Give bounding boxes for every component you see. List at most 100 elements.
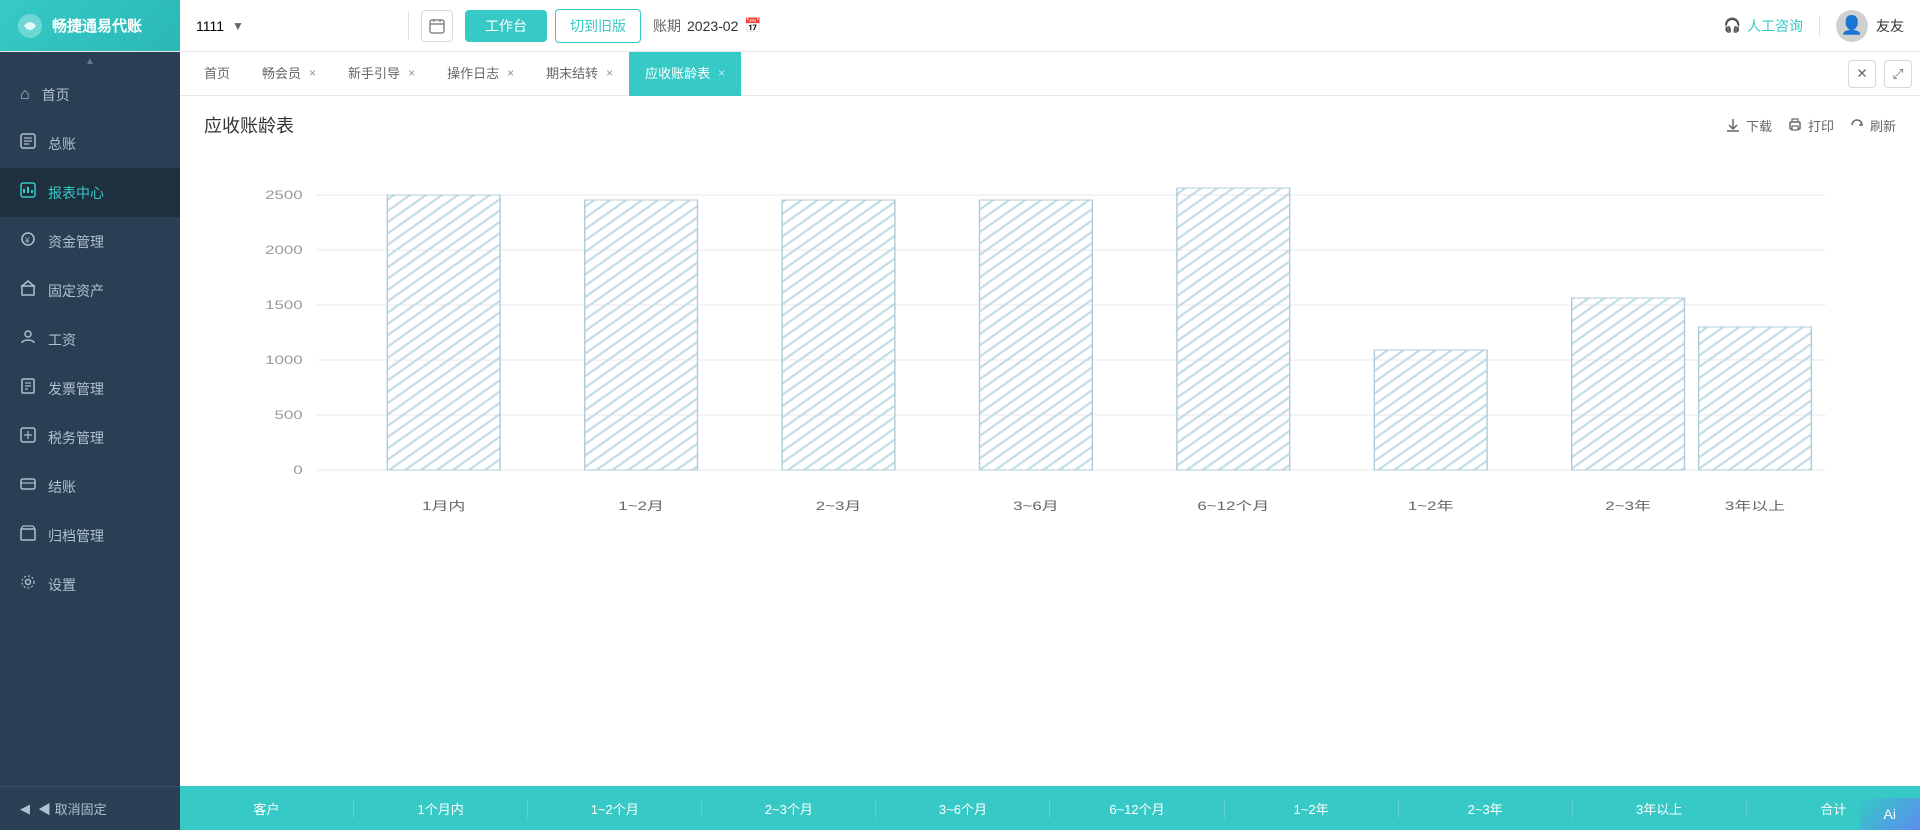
company-name: 1111 bbox=[196, 18, 224, 34]
maximize-button[interactable]: ⤢ bbox=[1884, 60, 1912, 88]
svg-text:2~3月: 2~3月 bbox=[816, 500, 862, 513]
print-button[interactable]: 打印 bbox=[1788, 116, 1834, 135]
page-title: 应收账龄表 bbox=[204, 112, 294, 138]
download-button[interactable]: 下载 bbox=[1726, 116, 1772, 135]
archive-icon bbox=[20, 525, 36, 546]
ai-float-button[interactable]: Ai bbox=[1860, 798, 1920, 830]
period-value: 2023-02 bbox=[687, 18, 738, 34]
tab-guide-label: 新手引导 bbox=[348, 63, 400, 82]
tab-operation-log-close[interactable]: × bbox=[507, 66, 514, 80]
bar-chart: 0 500 1000 1500 2000 2500 bbox=[204, 170, 1896, 550]
chart-container: 0 500 1000 1500 2000 2500 bbox=[180, 150, 1920, 786]
refresh-button[interactable]: 刷新 bbox=[1850, 116, 1896, 135]
sidebar-label-tax-management: 税务管理 bbox=[48, 428, 104, 448]
chart-wrapper: 0 500 1000 1500 2000 2500 bbox=[204, 170, 1896, 550]
home-icon: ⌂ bbox=[20, 86, 30, 104]
ledger-icon bbox=[20, 133, 36, 154]
table-col-1-2y: 1~2年 bbox=[1225, 799, 1399, 818]
tab-vip[interactable]: 畅会员 × bbox=[246, 52, 332, 96]
divider-1 bbox=[408, 12, 409, 40]
assets-icon bbox=[20, 280, 36, 301]
sidebar-label-fixed-assets: 固定资产 bbox=[48, 281, 104, 301]
pin-icon: ◀ bbox=[20, 801, 30, 817]
svg-text:1~2月: 1~2月 bbox=[618, 500, 664, 513]
sidebar-item-fund-management[interactable]: ¥ 资金管理 bbox=[0, 217, 180, 266]
sidebar-footer-label: ◀ 取消固定 bbox=[38, 799, 107, 818]
refresh-label: 刷新 bbox=[1870, 116, 1896, 135]
table-col-1-2m: 1~2个月 bbox=[528, 799, 702, 818]
fund-icon: ¥ bbox=[20, 231, 36, 252]
consulting-label: 人工咨询 bbox=[1747, 16, 1803, 36]
table-col-6-12m: 6~12个月 bbox=[1050, 799, 1224, 818]
svg-text:500: 500 bbox=[274, 409, 302, 422]
sidebar-item-checkout[interactable]: 结账 bbox=[0, 462, 180, 511]
sidebar-toggle-footer[interactable]: ◀ ◀ 取消固定 bbox=[0, 786, 180, 830]
close-all-button[interactable]: ✕ bbox=[1848, 60, 1876, 88]
print-label: 打印 bbox=[1808, 116, 1834, 135]
sidebar-item-invoice-management[interactable]: 发票管理 bbox=[0, 364, 180, 413]
avatar: 👤 bbox=[1836, 10, 1868, 42]
sidebar-label-invoice-management: 发票管理 bbox=[48, 379, 104, 399]
tab-guide[interactable]: 新手引导 × bbox=[332, 52, 431, 96]
tab-vip-label: 畅会员 bbox=[262, 63, 301, 82]
table-col-customer: 客户 bbox=[180, 799, 354, 818]
workspace-button[interactable]: 工作台 bbox=[465, 10, 547, 42]
page-actions: 下载 打印 刷新 bbox=[1726, 116, 1896, 135]
tab-operation-log[interactable]: 操作日志 × bbox=[431, 52, 530, 96]
invoice-icon bbox=[20, 378, 36, 399]
tab-period-end-close[interactable]: × bbox=[606, 66, 613, 80]
top-header: 畅捷通易代账 1111 ▼ 工作台 切到旧版 账期 2023-02 📅 🎧 人工… bbox=[0, 0, 1920, 52]
consulting-button[interactable]: 🎧 人工咨询 bbox=[1724, 16, 1803, 36]
company-dropdown-button[interactable]: ▼ bbox=[232, 19, 244, 33]
tab-ar-aging-close[interactable]: × bbox=[718, 66, 725, 80]
tab-vip-close[interactable]: × bbox=[309, 66, 316, 80]
sidebar-item-general-ledger[interactable]: 总账 bbox=[0, 119, 180, 168]
payroll-icon bbox=[20, 329, 36, 350]
print-icon bbox=[1788, 118, 1802, 132]
table-col-3-6m: 3~6个月 bbox=[876, 799, 1050, 818]
settings-icon bbox=[20, 574, 36, 595]
sidebar-item-settings[interactable]: 设置 bbox=[0, 560, 180, 609]
period-area: 账期 2023-02 📅 bbox=[653, 16, 762, 36]
user-area[interactable]: 👤 友友 bbox=[1836, 10, 1904, 42]
period-label: 账期 bbox=[653, 16, 681, 36]
tab-ar-aging[interactable]: 应收账龄表 × bbox=[629, 52, 741, 96]
sidebar-label-checkout: 结账 bbox=[48, 477, 76, 497]
tab-ar-aging-label: 应收账龄表 bbox=[645, 63, 710, 82]
sidebar-item-payroll[interactable]: 工资 bbox=[0, 315, 180, 364]
svg-text:¥: ¥ bbox=[24, 236, 30, 245]
main-layout: ▲ ⌂ 首页 总账 报表中心 ¥ 资金管理 固定资产 bbox=[0, 52, 1920, 830]
svg-text:2~3年: 2~3年 bbox=[1605, 499, 1651, 513]
table-header: 客户 1个月内 1~2个月 2~3个月 3~6个月 6~12个月 1~2年 2~… bbox=[180, 786, 1920, 830]
sidebar-item-tax-management[interactable]: 税务管理 bbox=[0, 413, 180, 462]
sidebar-item-fixed-assets[interactable]: 固定资产 bbox=[0, 266, 180, 315]
tab-period-end[interactable]: 期末结转 × bbox=[530, 52, 629, 96]
sidebar-label-report-center: 报表中心 bbox=[48, 183, 104, 203]
content-area: 首页 畅会员 × 新手引导 × 操作日志 × 期末结转 × 应收账龄表 × bbox=[180, 52, 1920, 830]
sidebar-item-archive-management[interactable]: 归档管理 bbox=[0, 511, 180, 560]
sidebar-label-home: 首页 bbox=[42, 85, 70, 105]
page-content: 应收账龄表 下载 打印 刷新 bbox=[180, 96, 1920, 830]
sidebar-item-report-center[interactable]: 报表中心 bbox=[0, 168, 180, 217]
table-col-2-3m: 2~3个月 bbox=[702, 799, 876, 818]
calendar-icon bbox=[429, 18, 445, 34]
logo-icon bbox=[16, 12, 44, 40]
company-selector: 1111 ▼ bbox=[196, 18, 396, 34]
svg-text:2500: 2500 bbox=[265, 189, 303, 202]
sidebar-label-settings: 设置 bbox=[48, 575, 76, 595]
sidebar-label-fund-management: 资金管理 bbox=[48, 232, 104, 252]
tab-actions: ✕ ⤢ bbox=[1848, 60, 1912, 88]
sidebar-item-home[interactable]: ⌂ 首页 bbox=[0, 71, 180, 119]
user-name: 友友 bbox=[1876, 16, 1904, 36]
refresh-icon bbox=[1850, 118, 1864, 132]
tab-home-label: 首页 bbox=[204, 63, 230, 82]
switch-version-button[interactable]: 切到旧版 bbox=[555, 9, 641, 43]
tab-guide-close[interactable]: × bbox=[408, 66, 415, 80]
period-calendar-icon[interactable]: 📅 bbox=[744, 17, 761, 34]
tab-home[interactable]: 首页 bbox=[188, 52, 246, 96]
logo-area: 畅捷通易代账 bbox=[0, 0, 180, 51]
page-header: 应收账龄表 下载 打印 刷新 bbox=[180, 96, 1920, 150]
checkout-icon bbox=[20, 476, 36, 497]
header-right: 🎧 人工咨询 👤 友友 bbox=[1724, 10, 1904, 42]
calendar-button[interactable] bbox=[421, 10, 453, 42]
